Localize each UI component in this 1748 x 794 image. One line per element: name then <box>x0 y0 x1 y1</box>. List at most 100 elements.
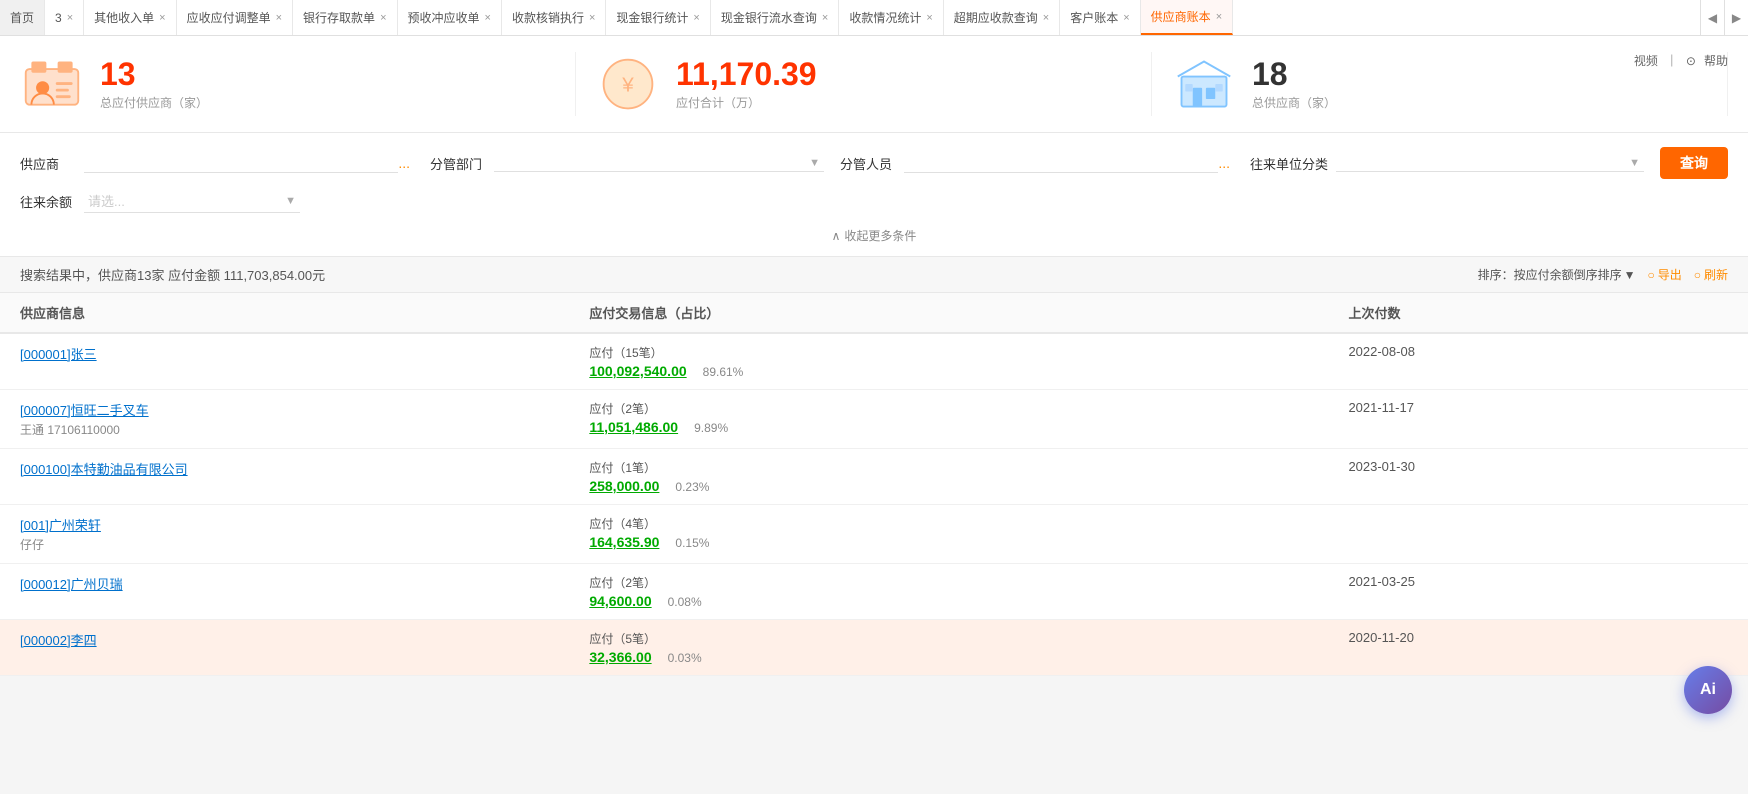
nav-tab-cash-bank-stat[interactable]: 现金银行统计× <box>606 0 710 35</box>
export-button[interactable]: ○ 导出 <box>1647 266 1681 283</box>
payable-label-1: 应付（2笔） <box>589 400 1348 417</box>
payable-pct-5: 0.03% <box>668 651 702 665</box>
payable-pct-4: 0.08% <box>668 595 702 609</box>
nav-tab-collection-stat[interactable]: 收款情况统计 × <box>839 0 943 35</box>
query-button[interactable]: 查询 <box>1660 147 1728 179</box>
nav-tab-close-cash-bank-stat[interactable]: × <box>693 12 699 24</box>
video-link[interactable]: 视频 <box>1634 52 1658 69</box>
nav-tab-close-supplier-account[interactable]: × <box>1216 11 1222 23</box>
person-input[interactable] <box>904 153 1218 173</box>
supplier-label: 供应商 <box>20 154 76 173</box>
lastpay-col-0: 2022-08-08 <box>1348 344 1728 359</box>
payable-amount-5[interactable]: 32,366.00 <box>589 649 651 665</box>
supplier-col-5: [000002]李四 <box>20 630 589 649</box>
supplier-link-5[interactable]: [000002]李四 <box>20 633 97 648</box>
nav-tab-payment-exec[interactable]: 收款核销执行× <box>502 0 606 35</box>
nav-tab-close-overdue-query[interactable]: × <box>1043 12 1049 24</box>
stat-number-amount: 11,170.39 <box>676 58 817 90</box>
filter-person: 分管人员 ... <box>840 153 1234 173</box>
nav-tab-label-collection-stat: 收款情况统计 <box>849 9 921 26</box>
nav-arrow-left[interactable]: ◀ <box>1700 0 1724 35</box>
payable-amount-3[interactable]: 164,635.90 <box>589 534 659 550</box>
collapse-row[interactable]: ∧ 收起更多条件 <box>20 223 1728 246</box>
payable-amount-0[interactable]: 100,092,540.00 <box>589 363 686 379</box>
nav-tab-tab3[interactable]: 3× <box>45 0 84 35</box>
nav-tab-advance-verify[interactable]: 预收冲应收单 × <box>398 0 502 35</box>
supplier-input[interactable] <box>84 153 398 173</box>
table-row[interactable]: [001]广州荣轩仔仔应付（4笔）164,635.900.15% <box>0 505 1748 564</box>
top-navigation: 首页3×其他收入单×应收应付调整单×银行存取款单×预收冲应收单×收款核销执行×现… <box>0 0 1748 36</box>
supplier-link-4[interactable]: [000012]广州贝瑞 <box>20 577 123 592</box>
payable-amount-1[interactable]: 11,051,486.00 <box>589 419 678 435</box>
supplier-link-3[interactable]: [001]广州荣轩 <box>20 518 101 533</box>
col-header-lastpay: 上次付数 <box>1348 303 1728 322</box>
table-row[interactable]: [000001]张三应付（15笔）100,092,540.0089.61%202… <box>0 334 1748 390</box>
svg-text:¥: ¥ <box>621 74 634 97</box>
nav-tab-label-overdue-query: 超期应收款查询 <box>954 9 1038 26</box>
table-row[interactable]: [000007]恒旺二手叉车王通 17106110000应付（2笔）11,051… <box>0 390 1748 449</box>
nav-tab-bank-deposit[interactable]: 银行存取款单× <box>293 0 397 35</box>
person-label: 分管人员 <box>840 154 896 173</box>
category-select-arrow: ▼ <box>1629 157 1640 169</box>
results-actions: 排序：按应付余额倒序排序 ▼ ○ 导出 ○ 刷新 <box>1478 266 1728 283</box>
nav-tab-other-income[interactable]: 其他收入单 × <box>84 0 176 35</box>
supplier-link-1[interactable]: [000007]恒旺二手叉车 <box>20 403 149 418</box>
payable-amount-4[interactable]: 94,600.00 <box>589 593 651 609</box>
refresh-button[interactable]: ○ 刷新 <box>1694 266 1728 283</box>
nav-tab-close-advance-verify[interactable]: × <box>485 12 491 24</box>
nav-tab-close-cash-bank-query[interactable]: × <box>822 12 828 24</box>
nav-tab-cash-bank-query[interactable]: 现金银行流水查询× <box>711 0 839 35</box>
stat-number-suppliers: 13 <box>100 58 208 90</box>
filter-supplier: 供应商 ... <box>20 153 414 173</box>
filter-category: 往来单位分类 ▼ <box>1250 154 1644 173</box>
payable-label-2: 应付（1笔） <box>589 459 1348 476</box>
nav-tab-close-ap-adjust[interactable]: × <box>276 12 282 24</box>
lastpay-date-1: 2021-11-17 <box>1348 400 1414 415</box>
nav-tab-close-other-income[interactable]: × <box>159 12 165 24</box>
ai-badge[interactable]: Ai <box>1684 666 1732 714</box>
stat-label-suppliers: 总应付供应商（家） <box>100 94 208 111</box>
nav-tab-label-advance-verify: 预收冲应收单 <box>408 9 480 26</box>
table-row[interactable]: [000012]广州贝瑞应付（2笔）94,600.000.08%2021-03-… <box>0 564 1748 620</box>
nav-tab-close-bank-deposit[interactable]: × <box>380 12 386 24</box>
nav-tab-close-tab3[interactable]: × <box>67 12 73 24</box>
table-row[interactable]: [000100]本特勤油品有限公司应付（1笔）258,000.000.23%20… <box>0 449 1748 505</box>
person-ellipsis[interactable]: ... <box>1218 155 1230 171</box>
dept-select[interactable]: ▼ <box>494 155 824 172</box>
export-label: 导出 <box>1658 266 1682 283</box>
payable-col-4: 应付（2笔）94,600.000.08% <box>589 574 1348 609</box>
payable-pct-1: 9.89% <box>694 421 728 435</box>
supplier-col-4: [000012]广州贝瑞 <box>20 574 589 593</box>
nav-tab-home[interactable]: 首页 <box>0 0 45 35</box>
sort-select[interactable]: 排序：按应付余额倒序排序 ▼ <box>1478 266 1636 283</box>
lastpay-col-1: 2021-11-17 <box>1348 400 1728 415</box>
nav-tab-close-collection-stat[interactable]: × <box>926 12 932 24</box>
nav-tab-ap-adjust[interactable]: 应收应付调整单× <box>177 0 293 35</box>
payable-label-0: 应付（15笔） <box>589 344 1348 361</box>
supplier-link-0[interactable]: [000001]张三 <box>20 347 97 362</box>
help-link[interactable]: ⊙ <box>1686 54 1696 68</box>
nav-arrow-right[interactable]: ▶ <box>1724 0 1748 35</box>
category-select[interactable]: ▼ <box>1336 155 1644 172</box>
nav-tab-supplier-account[interactable]: 供应商账本× <box>1141 0 1233 35</box>
payable-amount-2[interactable]: 258,000.00 <box>589 478 659 494</box>
table-row[interactable]: [000002]李四应付（5笔）32,366.000.03%2020-11-20 <box>0 620 1748 676</box>
nav-tab-close-customer-account[interactable]: × <box>1123 12 1129 24</box>
nav-tab-customer-account[interactable]: 客户账本× <box>1060 0 1140 35</box>
supplier-col-2: [000100]本特勤油品有限公司 <box>20 459 589 478</box>
nav-tab-close-payment-exec[interactable]: × <box>589 12 595 24</box>
table-header: 供应商信息 应付交易信息（占比） 上次付数 <box>0 293 1748 334</box>
category-label: 往来单位分类 <box>1250 154 1328 173</box>
help-text[interactable]: 帮助 <box>1704 52 1728 69</box>
supplier-link-2[interactable]: [000100]本特勤油品有限公司 <box>20 462 188 477</box>
balance-select-text: 请选... <box>88 191 285 210</box>
supplier-ellipsis[interactable]: ... <box>398 155 410 171</box>
lastpay-col-5: 2020-11-20 <box>1348 630 1728 645</box>
payable-col-0: 应付（15笔）100,092,540.0089.61% <box>589 344 1348 379</box>
supplier-col-3: [001]广州荣轩仔仔 <box>20 515 589 553</box>
balance-select[interactable]: 请选... ▼ <box>84 189 300 213</box>
nav-tab-overdue-query[interactable]: 超期应收款查询 × <box>944 0 1060 35</box>
nav-tab-label-other-income: 其他收入单 <box>94 9 154 26</box>
results-bar: 搜索结果中，供应商13家 应付金额 111,703,854.00元 排序：按应付… <box>0 257 1748 293</box>
filter-area: 供应商 ... 分管部门 ▼ 分管人员 ... 往来单位分类 ▼ 查询 <box>0 133 1748 257</box>
